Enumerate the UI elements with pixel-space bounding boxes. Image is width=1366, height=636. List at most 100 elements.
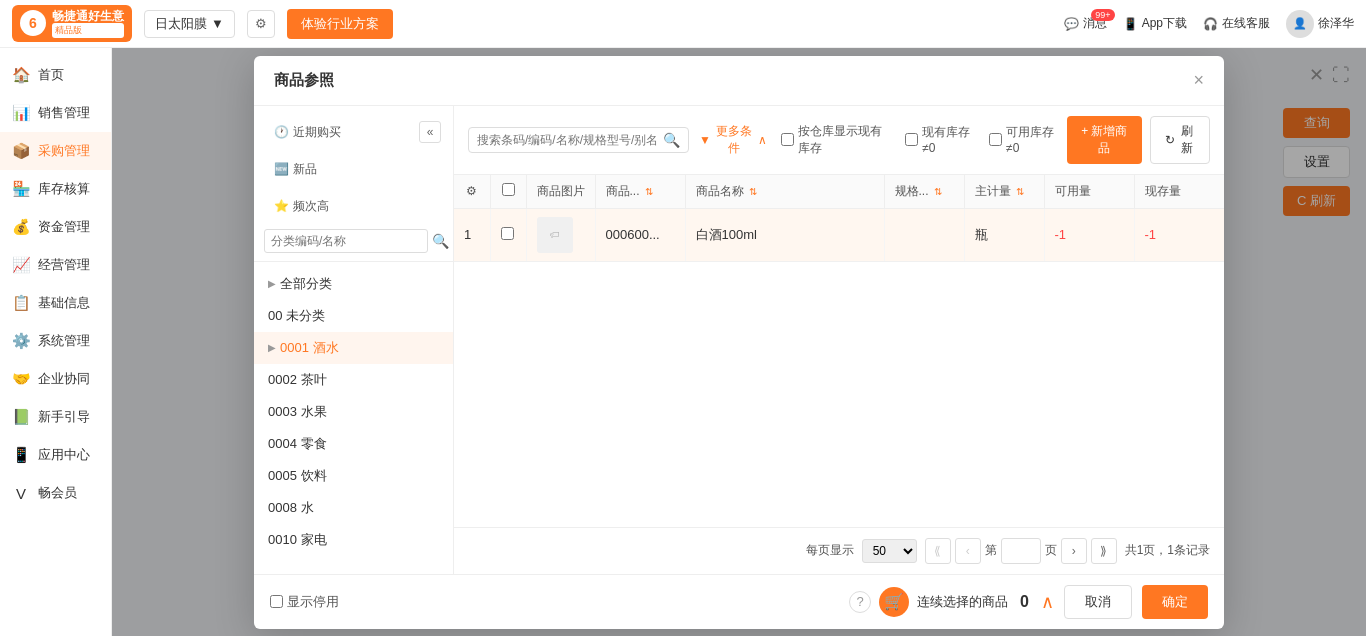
collapse-button[interactable]: «: [419, 121, 441, 143]
cell-index: 1: [454, 208, 490, 261]
sidebar-item-基础信息[interactable]: 📋基础信息: [0, 284, 111, 322]
table-row[interactable]: 1 🏷 000600... 白酒100ml: [454, 208, 1224, 261]
online-service-item[interactable]: 🎧 在线客服: [1203, 15, 1270, 32]
category-item-uncategorized[interactable]: 00 未分类: [254, 300, 453, 332]
cell-name: 白酒100ml: [685, 208, 884, 261]
cancel-button[interactable]: 取消: [1064, 585, 1132, 619]
refresh-button[interactable]: ↻ 刷新: [1150, 116, 1210, 164]
page-next-button[interactable]: ›: [1061, 538, 1087, 564]
category-item-snack[interactable]: 0004 零食: [254, 428, 453, 460]
product-image: 🏷: [537, 217, 573, 253]
gear-icon[interactable]: ⚙: [247, 10, 275, 38]
left-panel-tabs: 🕐 近期购买 «: [254, 118, 453, 155]
page-first-button[interactable]: ⟪: [925, 538, 951, 564]
category-item-beverage[interactable]: 0005 饮料: [254, 460, 453, 492]
sidebar-item-label: 企业协同: [38, 370, 90, 388]
modal-close-button[interactable]: ×: [1193, 70, 1204, 91]
tab-new-product[interactable]: 🆕 新品: [266, 155, 441, 184]
category-search-input[interactable]: [264, 229, 428, 253]
th-name: 商品名称 ⇅: [685, 175, 884, 209]
sidebar-item-经营管理[interactable]: 📈经营管理: [0, 246, 111, 284]
cell-stock: -1: [1134, 208, 1224, 261]
category-item-water[interactable]: 0008 水: [254, 492, 453, 524]
tab-recent-purchase[interactable]: 🕐 近期购买: [266, 118, 419, 147]
sidebar-item-采购管理[interactable]: 📦采购管理: [0, 132, 111, 170]
cat-label-beverage: 0005 饮料: [268, 467, 327, 485]
sidebar-item-库存核算[interactable]: 🏪库存核算: [0, 170, 111, 208]
cat-label-appliance: 0010 家电: [268, 531, 327, 549]
checkbox-by-warehouse[interactable]: 按仓库显示现有库存: [781, 123, 889, 157]
show-disabled-checkbox[interactable]: 显示停用: [270, 593, 339, 611]
help-icon[interactable]: ?: [849, 591, 871, 613]
refresh-label: 刷新: [1179, 123, 1195, 157]
search-icon[interactable]: 🔍: [663, 132, 680, 148]
category-item-tea[interactable]: 0002 茶叶: [254, 364, 453, 396]
page-size-select[interactable]: 10 20 50 100: [862, 539, 917, 563]
search-box: 🔍: [468, 127, 689, 153]
filter-button[interactable]: ▼ 更多条件 ∧: [699, 123, 767, 157]
th-checkbox-all[interactable]: [502, 183, 515, 196]
main-content: ✕ ⛶ 查询 设置 C 刷新 商品参照 ×: [112, 48, 1366, 636]
page-input[interactable]: 1: [1001, 538, 1041, 564]
sidebar-icon: ⚙️: [12, 332, 30, 350]
page-last-button[interactable]: ⟫: [1091, 538, 1117, 564]
search-input[interactable]: [477, 133, 657, 147]
checkbox-avail-ne0-input[interactable]: [989, 133, 1002, 146]
product-table: ⚙ 商品图片 商品... ⇅: [454, 175, 1224, 262]
checkbox-by-warehouse-input[interactable]: [781, 133, 794, 146]
sidebar-item-系统管理[interactable]: ⚙️系统管理: [0, 322, 111, 360]
nav-dropdown[interactable]: 日太阳膜 ▼: [144, 10, 235, 38]
user-avatar[interactable]: 👤 徐泽华: [1286, 10, 1354, 38]
main-layout: 🏠首页📊销售管理📦采购管理🏪库存核算💰资金管理📈经营管理📋基础信息⚙️系统管理🤝…: [0, 48, 1366, 636]
cart-icon[interactable]: 🛒: [879, 587, 909, 617]
top-nav: 6 畅捷通好生意 精品版 日太阳膜 ▼ ⚙ 体验行业方案 💬 99+ 消息 📱 …: [0, 0, 1366, 48]
new-icon: 🆕: [274, 162, 289, 176]
sidebar-item-资金管理[interactable]: 💰资金管理: [0, 208, 111, 246]
show-disabled-input[interactable]: [270, 595, 283, 608]
cart-count: 0: [1020, 593, 1029, 611]
sidebar-item-畅会员[interactable]: V畅会员: [0, 474, 111, 512]
tab-frequent[interactable]: ⭐ 频次高: [266, 192, 441, 221]
left-panel-tabs2: 🆕 新品: [254, 155, 453, 192]
row-checkbox[interactable]: [501, 227, 514, 240]
checkbox-stock-ne0-input[interactable]: [905, 133, 918, 146]
category-item-all[interactable]: ▶ 全部分类: [254, 268, 453, 300]
category-item-appliance[interactable]: 0010 家电: [254, 524, 453, 556]
page-prev-button[interactable]: ‹: [955, 538, 981, 564]
sort-unit-icon[interactable]: ⇅: [1016, 186, 1024, 197]
checkbox-stock-ne0[interactable]: 现有库存≠0: [905, 124, 973, 155]
sidebar-item-新手引导[interactable]: 📗新手引导: [0, 398, 111, 436]
checkbox-avail-ne0[interactable]: 可用库存≠0: [989, 124, 1057, 155]
category-item-fruit[interactable]: 0003 水果: [254, 396, 453, 428]
cat-label-snack: 0004 零食: [268, 435, 327, 453]
cell-unit: 瓶: [964, 208, 1044, 261]
th-stock: 现存量: [1134, 175, 1224, 209]
logo[interactable]: 6 畅捷通好生意 精品版: [12, 5, 132, 42]
left-panel: 🕐 近期购买 « 🆕 新品: [254, 106, 454, 574]
app-download-item[interactable]: 📱 App下载: [1123, 15, 1187, 32]
show-disabled-label: 显示停用: [287, 593, 339, 611]
category-item-alcohol[interactable]: ▶ 0001 酒水: [254, 332, 453, 364]
category-search-icon[interactable]: 🔍: [432, 233, 449, 249]
sidebar-item-首页[interactable]: 🏠首页: [0, 56, 111, 94]
th-settings[interactable]: ⚙: [454, 175, 490, 209]
confirm-button[interactable]: 确定: [1142, 585, 1208, 619]
cart-collapse-icon[interactable]: ∧: [1041, 591, 1054, 613]
product-table-container: ⚙ 商品图片 商品... ⇅: [454, 175, 1224, 527]
filter-icon: ▼: [699, 133, 711, 147]
logo-text: 畅捷通好生意: [52, 9, 124, 23]
sort-spec-icon[interactable]: ⇅: [934, 186, 942, 197]
cell-code: 000600...: [595, 208, 685, 261]
sidebar-icon: V: [12, 484, 30, 502]
sidebar-item-企业协同[interactable]: 🤝企业协同: [0, 360, 111, 398]
sort-code-icon[interactable]: ⇅: [645, 186, 653, 197]
sidebar-item-应用中心[interactable]: 📱应用中心: [0, 436, 111, 474]
add-product-button[interactable]: + 新增商品: [1067, 116, 1142, 164]
category-list: ▶ 全部分类 00 未分类 ▶ 0001 酒水 0002 茶: [254, 262, 453, 562]
sidebar-item-销售管理[interactable]: 📊销售管理: [0, 94, 111, 132]
recent-label: 近期购买: [293, 124, 341, 141]
trial-button[interactable]: 体验行业方案: [287, 9, 393, 39]
messages-icon[interactable]: 💬 99+ 消息: [1064, 15, 1107, 32]
sort-name-icon[interactable]: ⇅: [749, 186, 757, 197]
checkbox-group: 按仓库显示现有库存 现有库存≠0 可用库存≠0: [781, 123, 1057, 157]
